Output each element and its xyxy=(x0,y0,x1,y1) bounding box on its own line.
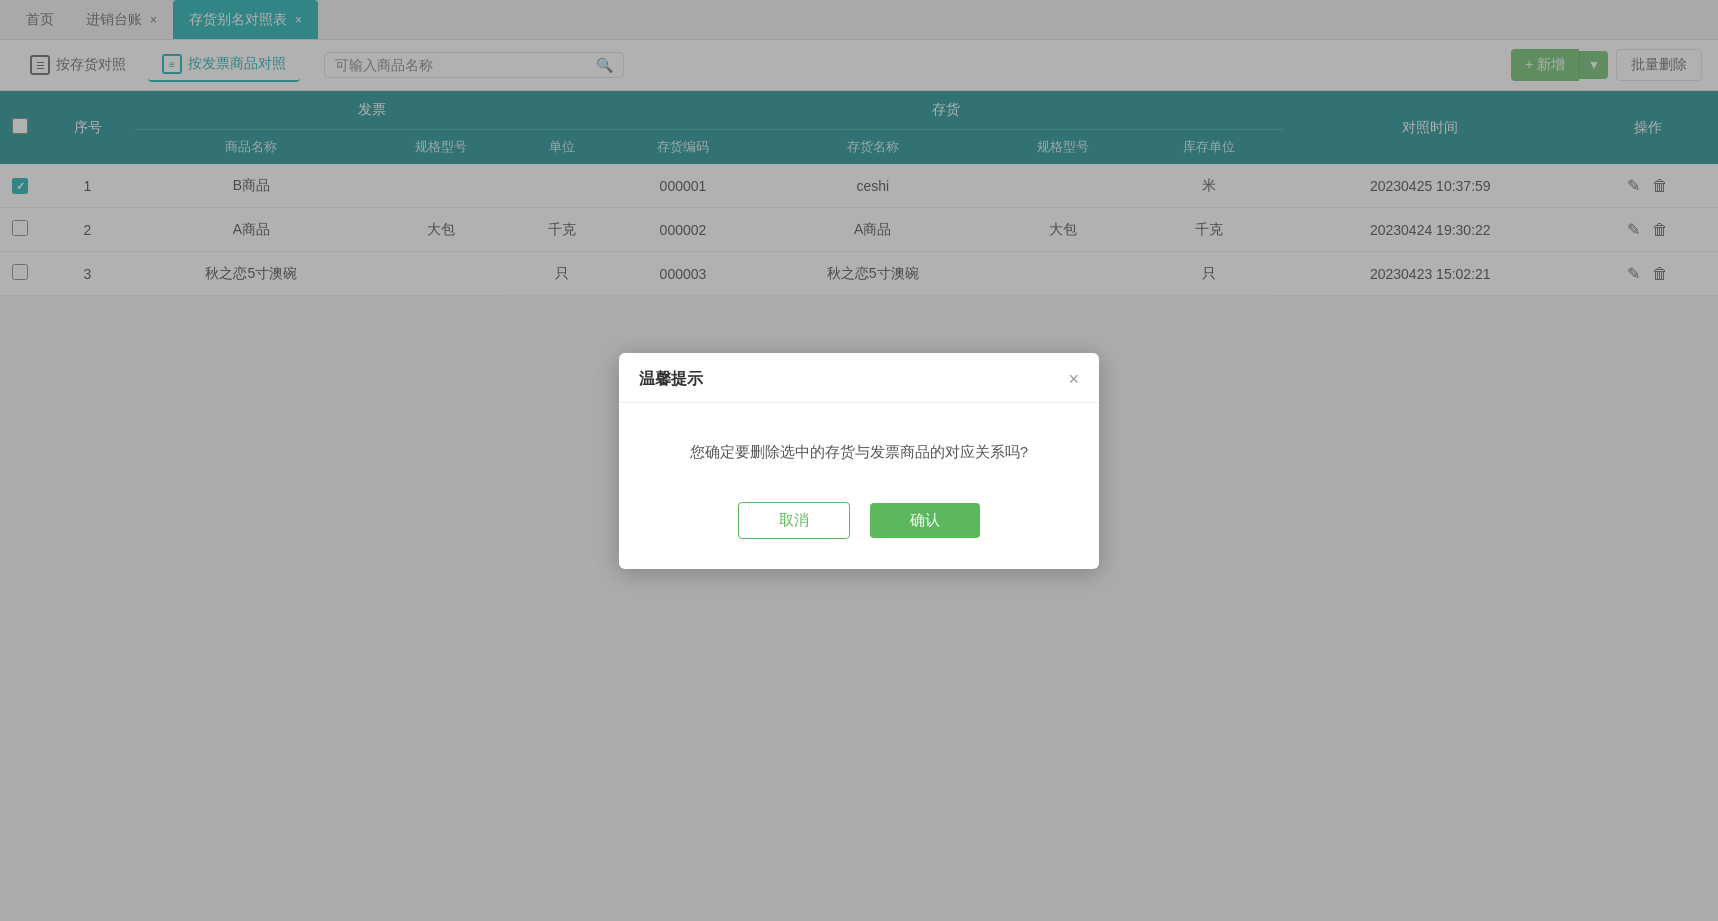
dialog-overlay: 温馨提示 × 您确定要删除选中的存货与发票商品的对应关系吗? 取消 确认 xyxy=(0,0,1718,296)
